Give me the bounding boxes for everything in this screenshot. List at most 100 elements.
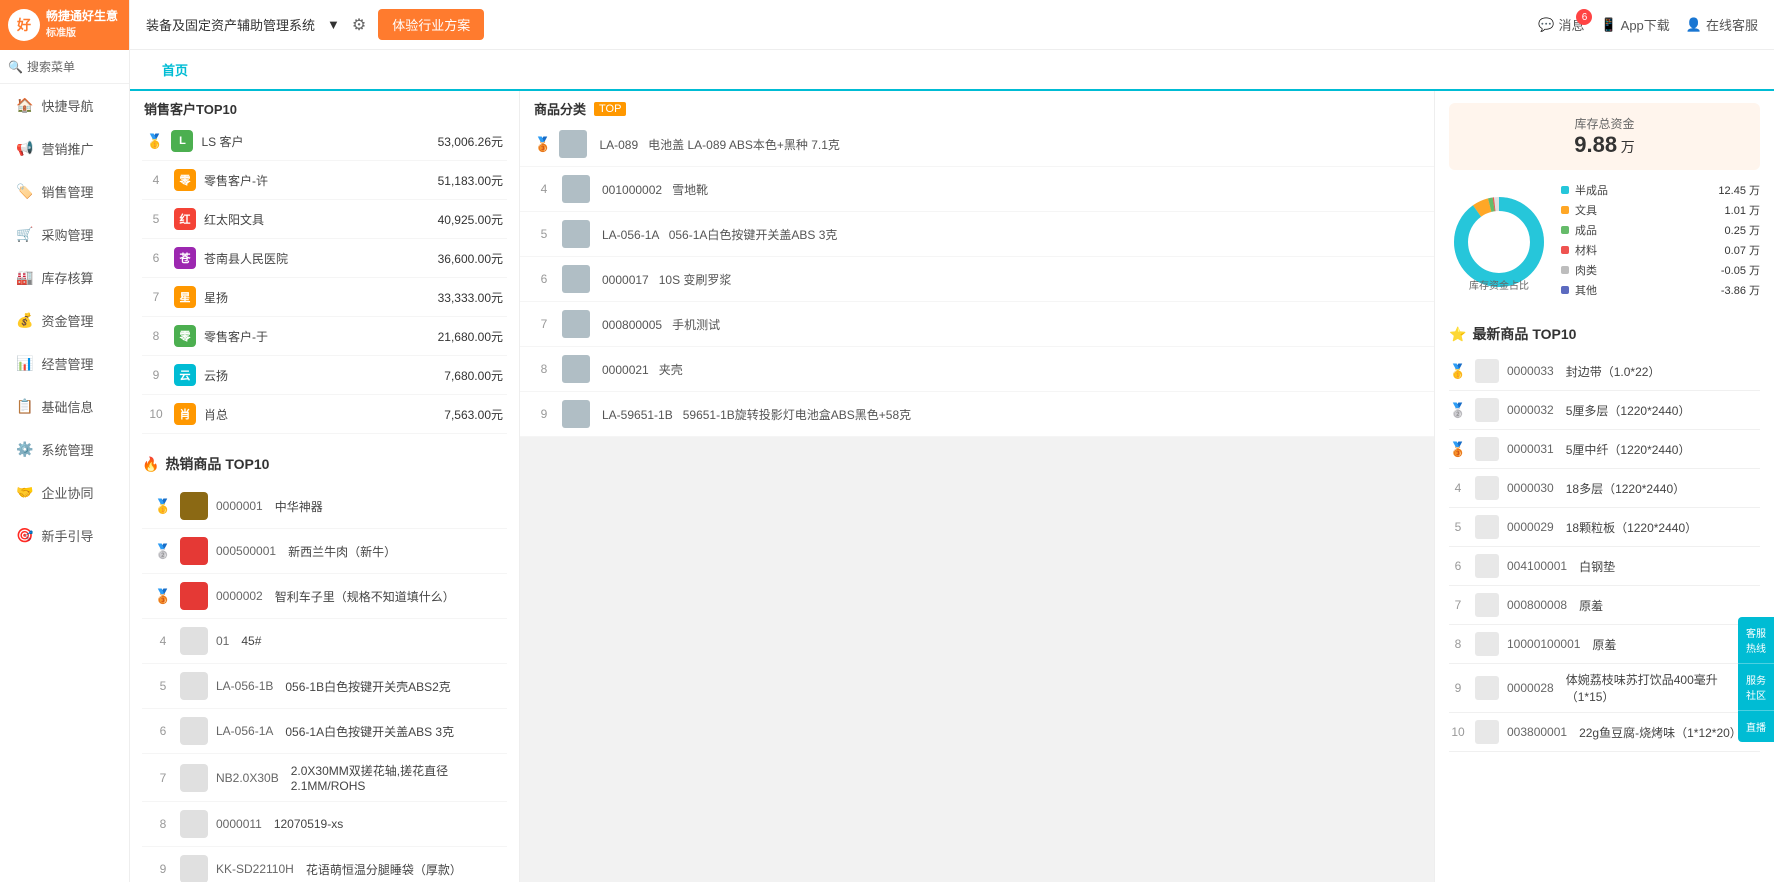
- search-menu[interactable]: 🔍 搜索菜单: [0, 50, 129, 84]
- sidebar-nav: 🏠 快捷导航 📢 营销推广 🏷️ 销售管理 🛒 采购管理 🏭 库存核算 💰 资金…: [0, 84, 129, 882]
- purchase-icon: 🛒: [16, 226, 33, 243]
- product-image: [1475, 676, 1499, 700]
- product-name: 花语萌恒温分腿睡袋（厚款）: [306, 861, 495, 878]
- stock-legend: 半成品 12.45 万 文具 1.01 万 成品 0.25 万: [1561, 182, 1760, 302]
- product-info: LA-089 电池盖 LA-089 ABS本色+黑种 7.1克: [599, 136, 839, 153]
- sidebar-item-purchase[interactable]: 🛒 采购管理: [0, 213, 129, 256]
- product-name: 18多层（1220*2440）: [1566, 480, 1760, 497]
- hot-item: 8 0000011 12070519-xs: [142, 802, 507, 847]
- sidebar-item-sales[interactable]: 🏷️ 销售管理: [0, 170, 129, 213]
- product-image: [180, 627, 208, 655]
- sidebar-item-basic-info[interactable]: 📋 基础信息: [0, 385, 129, 428]
- home-tab[interactable]: 首页: [146, 50, 204, 91]
- legend-color: [1561, 246, 1569, 254]
- online-service-button[interactable]: 👤 在线客服: [1686, 15, 1758, 34]
- system-icon: ⚙️: [16, 441, 33, 458]
- hot-item: 4 01 45#: [142, 619, 507, 664]
- product-info: LA-59651-1B 59651-1B旋转投影灯电池盒ABS黑色+58克: [602, 406, 911, 423]
- message-icon: 💬: [1538, 17, 1554, 33]
- product-name: 45#: [241, 634, 495, 648]
- star-icon: ⭐: [1449, 326, 1466, 343]
- product-image: [562, 175, 590, 203]
- hot-products-section: 🔥 热销商品 TOP10 🥇 0000001 中华神器 🥈 000500001: [130, 434, 519, 882]
- hot-item: 🥉 0000002 智利车子里（规格不知道填什么）: [142, 574, 507, 619]
- customer-service-button[interactable]: 客服热线: [1738, 617, 1774, 664]
- sidebar-item-operations[interactable]: 📊 经营管理: [0, 342, 129, 385]
- legend-name: 材料: [1575, 242, 1719, 258]
- product-code: 000800008: [1507, 598, 1567, 612]
- stock-chart-area: 库存资金占比 半成品 12.45 万 文具 1.01 万: [1449, 182, 1760, 302]
- sidebar-item-marketing[interactable]: 📢 营销推广: [0, 127, 129, 170]
- message-button[interactable]: 💬 消息 6: [1538, 15, 1584, 34]
- product-info: 0000017 10S 变刷罗浆: [602, 271, 731, 288]
- sales-customer-column: 销售客户TOP10 🥇 L LS 客户 53,006.26元 4 零 零售客户-…: [130, 91, 520, 882]
- sidebar-item-system[interactable]: ⚙️ 系统管理: [0, 428, 129, 471]
- search-icon: 🔍: [8, 60, 23, 74]
- product-code: 10000100001: [1507, 637, 1580, 651]
- rank-num: 5: [534, 227, 554, 241]
- product-image: [1475, 554, 1499, 578]
- sidebar-item-finance[interactable]: 💰 资金管理: [0, 299, 129, 342]
- product-name: 新西兰牛肉（新牛）: [288, 543, 495, 560]
- customer-badge: 零: [174, 325, 196, 347]
- product-info: LA-056-1A 056-1A白色按键开关盖ABS 3克: [602, 226, 837, 243]
- product-code: 0000033: [1507, 364, 1554, 378]
- customer-name: 零售客户-于: [204, 328, 430, 345]
- category-list: 🥉 LA-089 电池盖 LA-089 ABS本色+黑种 7.1克 4 0010…: [520, 122, 1434, 437]
- settings-icon[interactable]: ⚙: [352, 15, 366, 35]
- guide-icon: 🎯: [16, 527, 33, 544]
- hot-item: 🥈 000500001 新西兰牛肉（新牛）: [142, 529, 507, 574]
- app-logo: 好 畅捷通好生意 标准版: [0, 0, 129, 50]
- rank-num: 6: [154, 724, 172, 738]
- product-name: 智利车子里（规格不知道填什么）: [275, 588, 495, 605]
- system-title: 装备及固定资产辅助管理系统: [146, 15, 315, 34]
- legend-color: [1561, 266, 1569, 274]
- customer-badge: 肖: [174, 403, 196, 425]
- product-image: [1475, 632, 1499, 656]
- live-button[interactable]: 直播: [1738, 711, 1774, 742]
- service-community-button[interactable]: 服务社区: [1738, 664, 1774, 711]
- rank-item: 4 零 零售客户-许 51,183.00元: [142, 161, 507, 200]
- product-image: [180, 537, 208, 565]
- legend-value: -3.86 万: [1721, 282, 1760, 298]
- legend-name: 文具: [1575, 202, 1719, 218]
- stock-total-panel: 库存总资金 9.88 万: [1449, 103, 1760, 170]
- rank-item: 9 云 云扬 7,680.00元: [142, 356, 507, 395]
- service-icon: 👤: [1686, 17, 1702, 33]
- legend-color: [1561, 286, 1569, 294]
- product-name: 体婉荔枝味苏打饮品400毫升（1*15）: [1566, 671, 1760, 705]
- hot-item: 🥇 0000001 中华神器: [142, 484, 507, 529]
- customer-name: 零售客户-许: [204, 172, 430, 189]
- sidebar-item-cooperation[interactable]: 🤝 企业协同: [0, 471, 129, 514]
- product-image: [180, 672, 208, 700]
- product-image: [1475, 720, 1499, 744]
- page-tabs: 首页: [130, 50, 1774, 91]
- product-name: 白钢垫: [1579, 558, 1760, 575]
- sidebar-item-guide[interactable]: 🎯 新手引导: [0, 514, 129, 557]
- category-title: 商品分类: [534, 99, 586, 118]
- rank-num: 8: [154, 817, 172, 831]
- product-code: 0000011: [216, 817, 262, 831]
- category-item: 5 LA-056-1A 056-1A白色按键开关盖ABS 3克: [520, 212, 1434, 257]
- rank-num: 7: [146, 290, 166, 304]
- product-info: 0000021 夹壳: [602, 361, 683, 378]
- rank-num: 9: [1449, 681, 1467, 695]
- app-download-button[interactable]: 📱 App下载: [1600, 15, 1669, 34]
- rank-num: 4: [154, 634, 172, 648]
- category-item: 9 LA-59651-1B 59651-1B旋转投影灯电池盒ABS黑色+58克: [520, 392, 1434, 437]
- customer-amount: 33,333.00元: [438, 289, 503, 306]
- sidebar: 好 畅捷通好生意 标准版 🔍 搜索菜单 🏠 快捷导航 📢 营销推广 🏷️ 销售管…: [0, 0, 130, 882]
- sidebar-item-quick-nav[interactable]: 🏠 快捷导航: [0, 84, 129, 127]
- product-code: 003800001: [1507, 725, 1567, 739]
- new-prod-item: 7 000800008 原羞: [1449, 586, 1760, 625]
- medal-icon: 🥈: [154, 543, 172, 560]
- rank-num: 6: [534, 272, 554, 286]
- sidebar-item-inventory[interactable]: 🏭 库存核算: [0, 256, 129, 299]
- customer-amount: 40,925.00元: [438, 211, 503, 228]
- rank-num: 7: [534, 317, 554, 331]
- trial-button[interactable]: 体验行业方案: [378, 9, 484, 40]
- system-dropdown[interactable]: ▼: [327, 17, 340, 32]
- rank-num: 6: [146, 251, 166, 265]
- rank-num: 6: [1449, 559, 1467, 573]
- product-code: LA-056-1A: [216, 724, 273, 738]
